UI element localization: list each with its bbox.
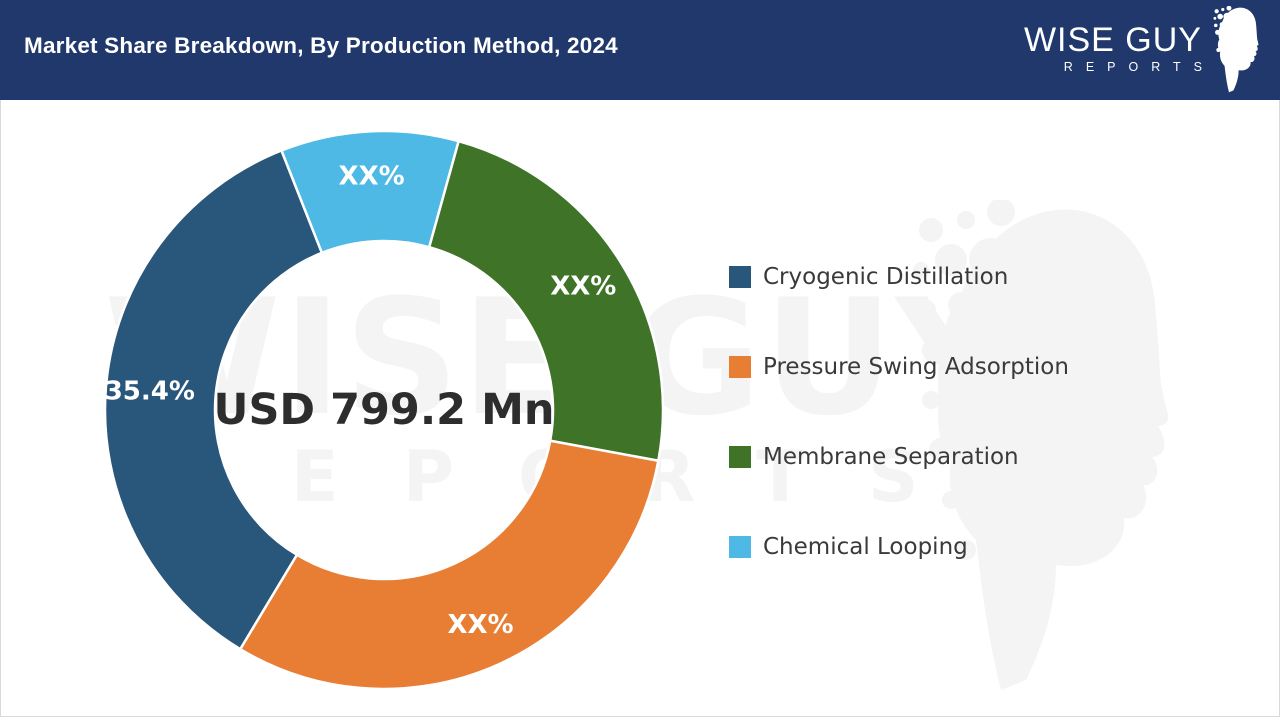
brand-name: WISE GUY xyxy=(1023,21,1202,59)
chart-center-value: USD 799.2 Mn xyxy=(214,385,555,435)
brand-subname: REPORTS xyxy=(1063,60,1215,74)
legend-label: Membrane Separation xyxy=(763,444,1019,470)
legend-item: Membrane Separation xyxy=(729,443,1069,471)
legend-item: Chemical Looping xyxy=(729,533,1069,561)
page-title: Market Share Breakdown, By Production Me… xyxy=(24,33,618,58)
brand-logo: WISE GUY REPORTS xyxy=(1024,0,1268,100)
legend-item: Cryogenic Distillation xyxy=(729,263,1069,291)
slice-value-label: 35.4% xyxy=(105,377,195,407)
legend-swatch-icon xyxy=(729,536,751,558)
slice-value-label: XX% xyxy=(447,610,513,640)
content-area: WISE GUY REPORTS 35.4%XX%XX%XX% USD 799.… xyxy=(0,100,1280,717)
legend-item: Pressure Swing Adsorption xyxy=(729,353,1069,381)
header: Market Share Breakdown, By Production Me… xyxy=(0,0,1280,100)
legend-label: Pressure Swing Adsorption xyxy=(763,354,1069,380)
chart-legend: Cryogenic Distillation Pressure Swing Ad… xyxy=(729,263,1069,623)
legend-swatch-icon xyxy=(729,266,751,288)
donut-slice-pressure-swing-adsorption xyxy=(239,439,660,691)
legend-label: Cryogenic Distillation xyxy=(763,264,1009,290)
donut-chart: 35.4% XX% XX% XX% USD 799.2 Mn xyxy=(94,120,674,700)
slice-value-label: XX% xyxy=(550,271,616,301)
legend-swatch-icon xyxy=(729,356,751,378)
slice-value-label: XX% xyxy=(339,161,405,191)
brand-face-icon xyxy=(1213,6,1259,93)
legend-swatch-icon xyxy=(729,446,751,468)
brand-wordmark: WISE GUY REPORTS xyxy=(1024,22,1202,76)
legend-label: Chemical Looping xyxy=(763,534,968,560)
